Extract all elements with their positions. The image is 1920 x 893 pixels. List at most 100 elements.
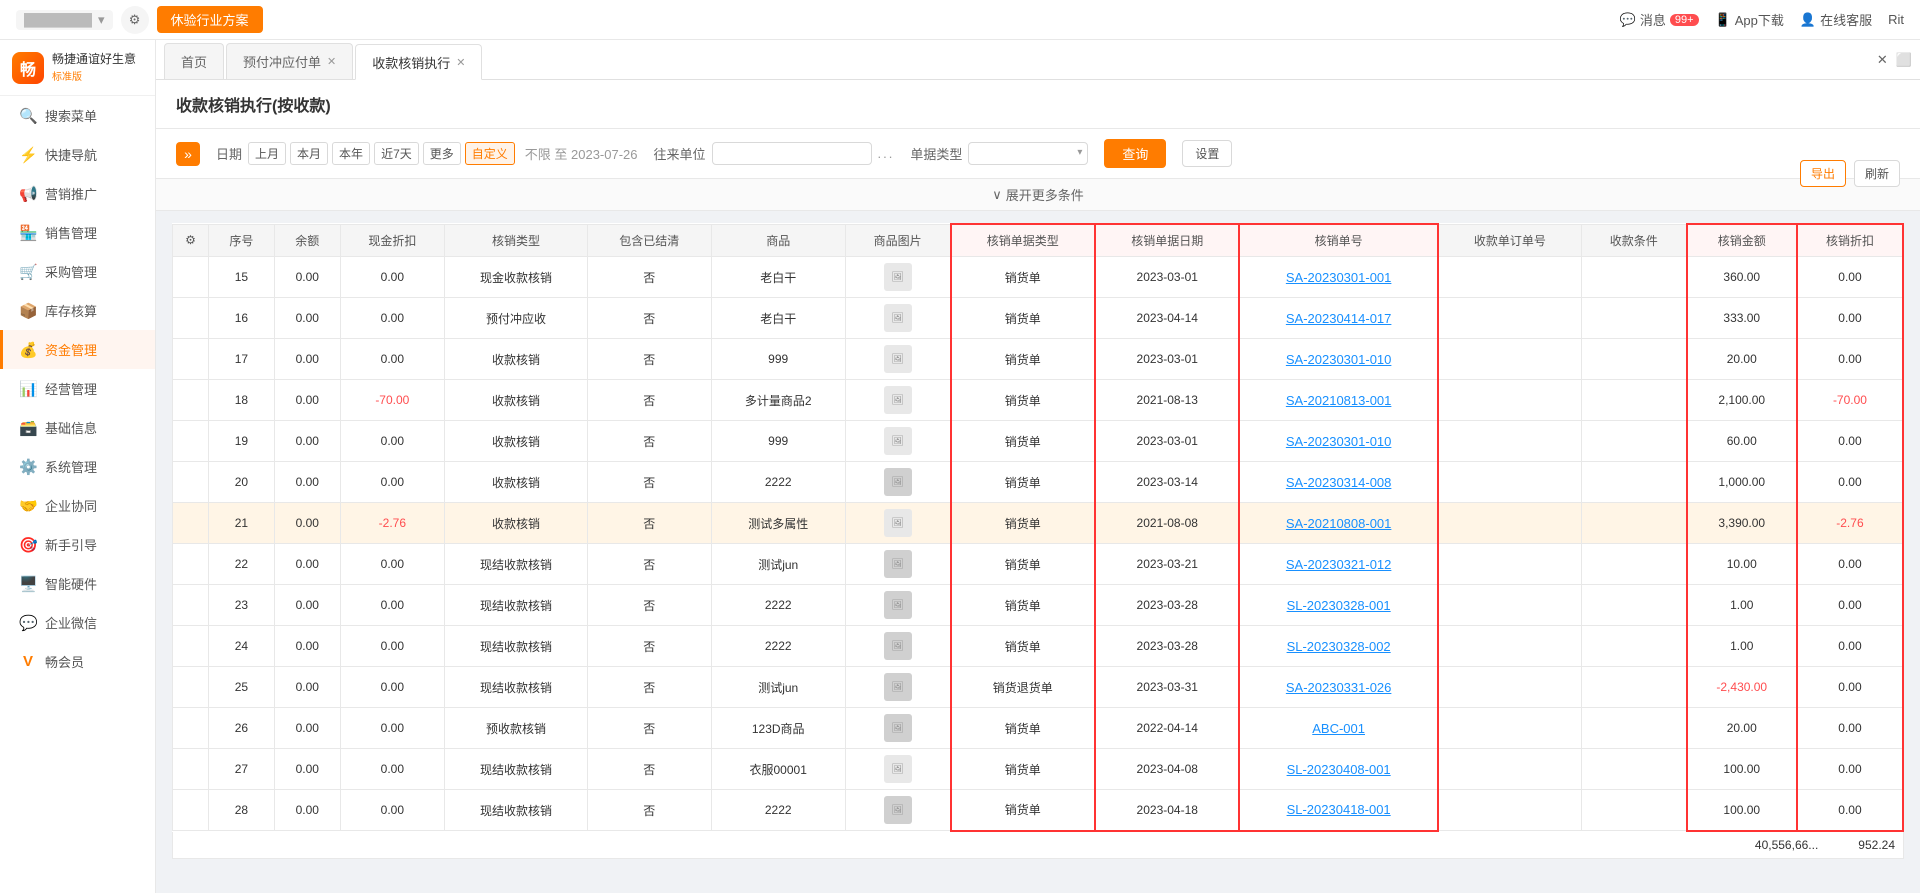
online-service-area[interactable]: 👤 在线客服 <box>1800 10 1872 29</box>
voucher-type-select[interactable] <box>968 142 1088 165</box>
cell-writeoff-no[interactable]: SA-20210813-001 <box>1239 380 1437 421</box>
cell-writeoff-type: 收款核销 <box>445 339 588 380</box>
cell-writeoff-no[interactable]: SL-20230328-002 <box>1239 626 1437 667</box>
sidebar-item-operations[interactable]: 📊 经营管理 <box>0 369 155 408</box>
export-button[interactable]: 导出 <box>1800 160 1846 187</box>
writeoff-no-link[interactable]: SA-20230301-010 <box>1286 434 1392 449</box>
wechat-icon: 💬 <box>19 614 37 632</box>
sidebar-item-finance[interactable]: 💰 资金管理 <box>0 330 155 369</box>
cell-writeoff-no[interactable]: SA-20230321-012 <box>1239 544 1437 585</box>
sidebar-item-purchase[interactable]: 🛒 采购管理 <box>0 252 155 291</box>
cell-writeoff-no[interactable]: SA-20230414-017 <box>1239 298 1437 339</box>
query-button[interactable]: 查询 <box>1104 139 1166 168</box>
product-image-placeholder: 🖼 <box>884 509 912 537</box>
industry-solution-button[interactable]: 休验行业方案 <box>157 6 263 33</box>
cell-writeoff-no[interactable]: SA-20230301-010 <box>1239 421 1437 462</box>
sidebar-item-wechat[interactable]: 💬 企业微信 <box>0 603 155 642</box>
settings-icon-btn[interactable]: ⚙ <box>121 6 149 34</box>
notification-area[interactable]: 💬 消息 99+ <box>1620 10 1699 29</box>
cell-writeoff-no[interactable]: SL-20230408-001 <box>1239 749 1437 790</box>
writeoff-no-link[interactable]: ABC-001 <box>1312 721 1365 736</box>
tab-receipts-close-icon[interactable]: ✕ <box>456 56 465 69</box>
cell-product-img: 🖼 <box>845 585 950 626</box>
sidebar-item-marketing[interactable]: 📢 营销推广 <box>0 174 155 213</box>
cell-writeoff-date: 2023-03-28 <box>1095 626 1239 667</box>
writeoff-no-link[interactable]: SA-20210813-001 <box>1286 393 1392 408</box>
app-download-area[interactable]: 📱 App下载 <box>1715 10 1784 29</box>
sidebar-item-member[interactable]: V 畅会员 <box>0 642 155 681</box>
cell-cash-discount: 0.00 <box>340 749 444 790</box>
company-selector[interactable]: ████████ ▾ <box>16 10 113 30</box>
sidebar-item-search[interactable]: 🔍 搜索菜单 <box>0 96 155 135</box>
sidebar-item-label-enterprise: 企业协同 <box>45 496 97 515</box>
purchase-icon: 🛒 <box>19 263 37 281</box>
tab-receipts[interactable]: 收款核销执行 ✕ <box>355 44 482 80</box>
product-image: 🖼 <box>884 714 912 742</box>
writeoff-no-link[interactable]: SL-20230418-001 <box>1287 802 1391 817</box>
sidebar-item-system[interactable]: ⚙️ 系统管理 <box>0 447 155 486</box>
col-receipt-condition: 收款条件 <box>1581 224 1686 257</box>
close-window-icon[interactable]: ✕ <box>1877 52 1888 68</box>
more-date-btn[interactable]: 更多 <box>423 142 461 165</box>
cell-writeoff-voucher-type: 销货单 <box>951 298 1095 339</box>
sidebar-item-enterprise[interactable]: 🤝 企业协同 <box>0 486 155 525</box>
cell-writeoff-type: 预收款核销 <box>445 708 588 749</box>
sidebar-item-label-sales: 销售管理 <box>45 223 97 242</box>
writeoff-no-link[interactable]: SA-20230301-001 <box>1286 270 1392 285</box>
cell-writeoff-no[interactable]: SA-20230301-010 <box>1239 339 1437 380</box>
tab-prepay[interactable]: 预付冲应付单 ✕ <box>226 43 353 79</box>
sidebar-item-hardware[interactable]: 🖥️ 智能硬件 <box>0 564 155 603</box>
writeoff-no-link[interactable]: SA-20230321-012 <box>1286 557 1392 572</box>
cell-product-img: 🖼 <box>845 708 950 749</box>
cell-include-settled: 否 <box>587 749 711 790</box>
this-year-btn[interactable]: 本年 <box>332 142 370 165</box>
this-month-btn[interactable]: 本月 <box>290 142 328 165</box>
cell-writeoff-no[interactable]: SA-20230301-001 <box>1239 257 1437 298</box>
expand-window-icon[interactable]: ⬜ <box>1896 52 1912 68</box>
sidebar-item-quick-nav[interactable]: ⚡ 快捷导航 <box>0 135 155 174</box>
sidebar-item-label-system: 系统管理 <box>45 457 97 476</box>
writeoff-no-link[interactable]: SA-20210808-001 <box>1286 516 1392 531</box>
cell-writeoff-no[interactable]: SL-20230328-001 <box>1239 585 1437 626</box>
refresh-button[interactable]: 刷新 <box>1854 160 1900 187</box>
cell-include-settled: 否 <box>587 667 711 708</box>
date-range: 不限 至 2023-07-26 <box>525 144 638 163</box>
cell-writeoff-date: 2023-03-28 <box>1095 585 1239 626</box>
writeoff-no-link[interactable]: SA-20230331-026 <box>1286 680 1392 695</box>
partner-label: 往来单位 <box>654 144 706 163</box>
cell-receipt-order-no <box>1438 298 1582 339</box>
sidebar-item-guide[interactable]: 🎯 新手引导 <box>0 525 155 564</box>
sidebar-item-basic-info[interactable]: 🗃️ 基础信息 <box>0 408 155 447</box>
cell-writeoff-voucher-type: 销货单 <box>951 380 1095 421</box>
expand-more-bar[interactable]: ∨ 展开更多条件 <box>156 179 1920 211</box>
custom-date-btn[interactable]: 自定义 <box>465 142 515 165</box>
tab-actions: ✕ ⬜ <box>1869 40 1920 79</box>
cell-writeoff-no[interactable]: SA-20230331-026 <box>1239 667 1437 708</box>
writeoff-no-link[interactable]: SL-20230408-001 <box>1287 762 1391 777</box>
cell-writeoff-no[interactable]: SL-20230418-001 <box>1239 790 1437 831</box>
col-writeoff-date: 核销单据日期 <box>1095 224 1239 257</box>
cell-writeoff-type: 现金收款核销 <box>445 257 588 298</box>
writeoff-no-link[interactable]: SA-20230314-008 <box>1286 475 1392 490</box>
writeoff-no-link[interactable]: SA-20230301-010 <box>1286 352 1392 367</box>
table-container: ⚙ 序号 余额 现金折扣 核销类型 包含已结清 商品 商品图片 核销单据类型 核… <box>156 211 1920 893</box>
cell-writeoff-no[interactable]: SA-20210808-001 <box>1239 503 1437 544</box>
cell-product: 测试jun <box>711 544 845 585</box>
user-name[interactable]: Rit <box>1888 12 1904 27</box>
sidebar-item-sales[interactable]: 🏪 销售管理 <box>0 213 155 252</box>
col-settings[interactable]: ⚙ <box>173 224 209 257</box>
cell-writeoff-date: 2023-03-01 <box>1095 421 1239 462</box>
tab-home[interactable]: 首页 <box>164 43 224 79</box>
writeoff-no-link[interactable]: SL-20230328-001 <box>1287 598 1391 613</box>
writeoff-no-link[interactable]: SA-20230414-017 <box>1286 311 1392 326</box>
filter-expand-button[interactable]: » <box>176 142 200 166</box>
writeoff-no-link[interactable]: SL-20230328-002 <box>1287 639 1391 654</box>
last-month-btn[interactable]: 上月 <box>248 142 286 165</box>
partner-input[interactable] <box>712 142 872 165</box>
cell-writeoff-no[interactable]: ABC-001 <box>1239 708 1437 749</box>
tab-prepay-close-icon[interactable]: ✕ <box>327 55 336 68</box>
cell-writeoff-no[interactable]: SA-20230314-008 <box>1239 462 1437 503</box>
last-7-days-btn[interactable]: 近7天 <box>374 142 419 165</box>
sidebar-item-inventory[interactable]: 📦 库存核算 <box>0 291 155 330</box>
filter-settings-button[interactable]: 设置 <box>1182 140 1232 167</box>
